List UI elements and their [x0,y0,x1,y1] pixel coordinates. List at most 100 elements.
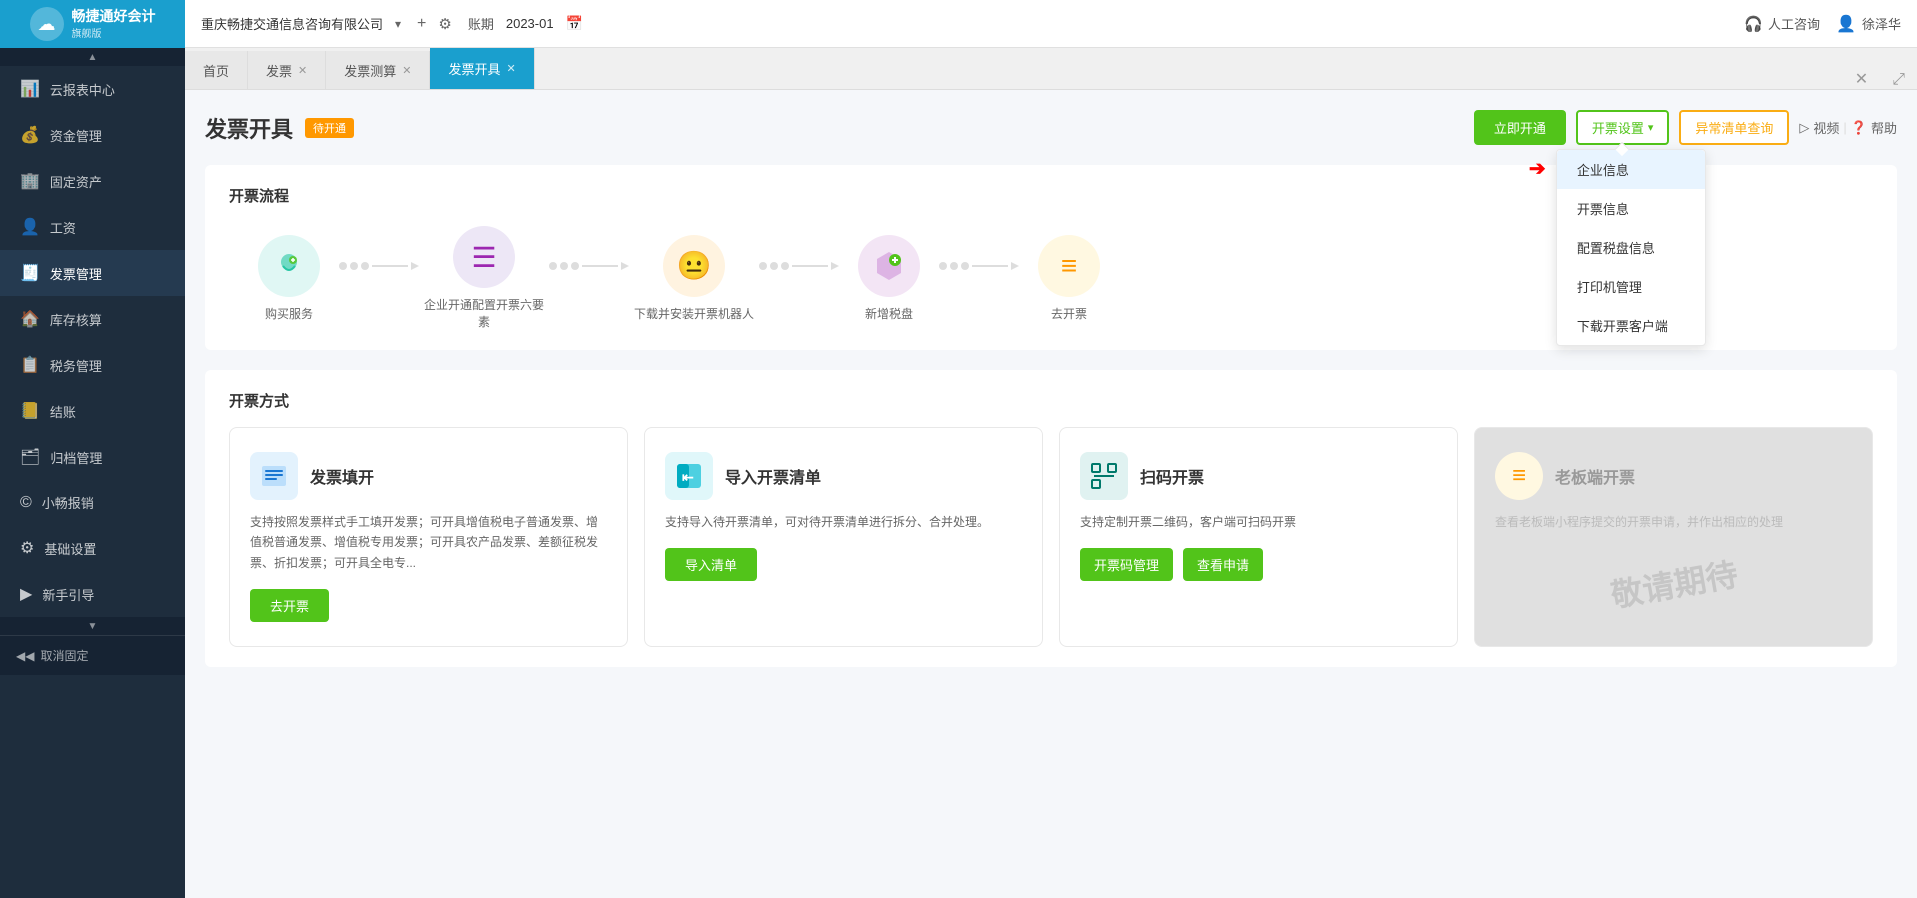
video-label[interactable]: 视频 [1813,118,1839,137]
sidebar-label-xiaochang: 小畅报销 [42,493,94,512]
company-name[interactable]: 重庆畅捷交通信息咨询有限公司 [201,14,383,33]
svg-text:⇤: ⇤ [682,469,694,485]
import-list-desc: 支持导入待开票清单，可对待开票清单进行拆分、合并处理。 [665,512,1022,532]
sidebar-item-archive[interactable]: 🗂 归档管理 [0,434,185,480]
logo-area: ☁ 畅捷通好会计 旗舰版 [0,0,185,48]
flow-step-add-tax: 新增税盘 [839,235,939,322]
boss-invoice-icon: ≡ [1495,452,1543,500]
scan-code-manage-btn[interactable]: 开票码管理 [1080,548,1173,581]
sidebar-item-fixed-assets[interactable]: 🏢 固定资产 [0,158,185,204]
methods-title: 开票方式 [229,390,1873,411]
play-icon[interactable]: ▷ [1799,120,1809,136]
fund-icon: 💰 [20,125,40,145]
period-label: 账期 [468,14,494,33]
sidebar-label-tax: 税务管理 [50,356,102,375]
boss-invoice-title: 老板端开票 [1555,464,1635,488]
sidebar-cancel-fixed[interactable]: ◀◀ 取消固定 [0,635,185,675]
inventory-icon: 🏠 [20,309,40,329]
help-label[interactable]: 帮助 [1871,118,1897,137]
step-buy-label: 购买服务 [265,305,313,322]
sidebar-label-settings: 基础设置 [44,539,96,558]
period-value: 2023-01 [506,16,554,31]
sidebar-item-settlement[interactable]: 📒 结账 [0,388,185,434]
sidebar-item-guide[interactable]: ▶ 新手引导 [0,571,185,617]
sidebar-label-cloud-reports: 云报表中心 [50,80,115,99]
sidebar-label-fixed-assets: 固定资产 [50,172,102,191]
sidebar-label-payroll: 工资 [50,218,76,237]
sidebar-label-fund: 资金管理 [50,126,102,145]
flow-step-go-invoice: ≡ 去开票 [1019,235,1119,322]
app-title: 畅捷通好会计 [72,8,156,25]
tab-bar: 首页 发票 ✕ 发票测算 ✕ 发票开具 ✕ ✕ ⤢ [185,48,1917,90]
invoice-icon: 🧾 [20,263,40,283]
tax-icon: 📋 [20,355,40,375]
sidebar-item-invoice[interactable]: 🧾 发票管理 [0,250,185,296]
user-name: 徐泽华 [1862,14,1901,33]
sidebar-item-cloud-reports[interactable]: 📊 云报表中心 [0,66,185,112]
company-dropdown-icon[interactable]: ▾ [395,17,401,31]
settings-icon[interactable]: ⚙ [438,15,451,33]
flow-step-config: ☰ 企业开通配置开票六要素 [419,226,549,330]
tab-close-btn[interactable]: ✕ [1843,69,1880,89]
manual-fill-btn[interactable]: 去开票 [250,589,329,622]
status-badge: 待开通 [305,118,354,138]
tab-invoice-open-close[interactable]: ✕ [507,62,516,75]
tab-invoice-close[interactable]: ✕ [298,64,307,77]
method-card-import: ⇤ 导入开票清单 支持导入待开票清单，可对待开票清单进行拆分、合并处理。 导入清… [644,427,1043,647]
logo-icon: ☁ [30,7,64,41]
dropdown-item-tax-disk[interactable]: 配置税盘信息 [1557,228,1705,267]
sidebar-item-payroll[interactable]: 👤 工资 [0,204,185,250]
sidebar-scroll-down[interactable]: ▼ [0,617,185,635]
calendar-icon[interactable]: 📅 [566,15,583,32]
cloud-reports-icon: 📊 [20,79,40,99]
user-avatar-icon: 👤 [1836,14,1856,34]
tab-maximize-btn[interactable]: ⤢ [1880,71,1917,89]
headset-icon: 🎧 [1744,15,1763,33]
archive-icon: 🗂 [20,447,40,467]
sidebar-scroll-up[interactable]: ▲ [0,48,185,66]
sidebar-item-settings[interactable]: ⚙ 基础设置 [0,525,185,571]
boss-invoice-desc: 查看老板端小程序提交的开票申请，并作出相应的处理 [1495,512,1852,532]
dropdown-item-download-client[interactable]: 下载开票客户端 [1557,306,1705,345]
method-card-boss: ≡ 老板端开票 查看老板端小程序提交的开票申请，并作出相应的处理 敬请期待 [1474,427,1873,647]
import-list-title: 导入开票清单 [725,464,821,488]
dropdown-item-invoice-info[interactable]: 开票信息 [1557,189,1705,228]
video-help-area: ▷ 视频 | ❓ 帮助 [1799,118,1897,137]
dropdown-item-printer[interactable]: 打印机管理 [1557,267,1705,306]
fixed-assets-icon: 🏢 [20,171,40,191]
page-content: 发票开具 待开通 立即开通 开票设置 ▾ [185,90,1917,898]
settings-dropdown-menu: ➔ 企业信息 开票信息 配置税盘信息 [1556,149,1706,346]
method-card-scan: 扫码开票 支持定制开票二维码，客户端可扫码开票 开票码管理 查看申请 [1059,427,1458,647]
manual-fill-desc: 支持按照发票样式手工填开发票；可开具增值税电子普通发票、增值税普通发票、增值税专… [250,512,607,573]
unpin-icon: ◀◀ [16,649,34,663]
step-download-label: 下载并安装开票机器人 [634,305,754,322]
user-area[interactable]: 👤 徐泽华 [1836,14,1901,34]
import-list-btn[interactable]: 导入清单 [665,548,757,581]
settings-sidebar-icon: ⚙ [20,538,34,558]
tab-invoice-open[interactable]: 发票开具 ✕ [430,48,534,89]
sidebar-item-fund[interactable]: 💰 资金管理 [0,112,185,158]
activate-btn[interactable]: 立即开通 [1474,110,1566,145]
step-go-invoice-label: 去开票 [1051,305,1087,322]
tab-invoice[interactable]: 发票 ✕ [248,51,326,89]
sidebar-item-xiaochang[interactable]: © 小畅报销 [0,480,185,525]
scan-invoice-title: 扫码开票 [1140,464,1204,488]
sidebar-item-tax[interactable]: 📋 税务管理 [0,342,185,388]
add-company-icon[interactable]: + [417,15,426,33]
view-application-btn[interactable]: 查看申请 [1183,548,1263,581]
exception-query-btn[interactable]: 异常清单查询 [1679,110,1789,145]
guide-icon: ▶ [20,584,32,604]
sidebar-item-inventory[interactable]: 🏠 库存核算 [0,296,185,342]
xiaochang-icon: © [20,494,32,512]
red-arrow-icon: ➔ [1529,158,1546,180]
import-list-icon: ⇤ [665,452,713,500]
support-btn[interactable]: 🎧 人工咨询 [1744,14,1820,33]
tab-home[interactable]: 首页 [185,51,248,89]
help-icon: ❓ [1851,120,1867,136]
dropdown-item-company-info[interactable]: 企业信息 [1557,150,1705,189]
tab-invoice-calc-close[interactable]: ✕ [402,64,411,77]
manual-fill-title: 发票填开 [310,464,374,488]
settings-btn[interactable]: 开票设置 ▾ [1576,110,1670,145]
tab-invoice-calc[interactable]: 发票测算 ✕ [326,51,430,89]
sidebar-label-settlement: 结账 [50,402,76,421]
